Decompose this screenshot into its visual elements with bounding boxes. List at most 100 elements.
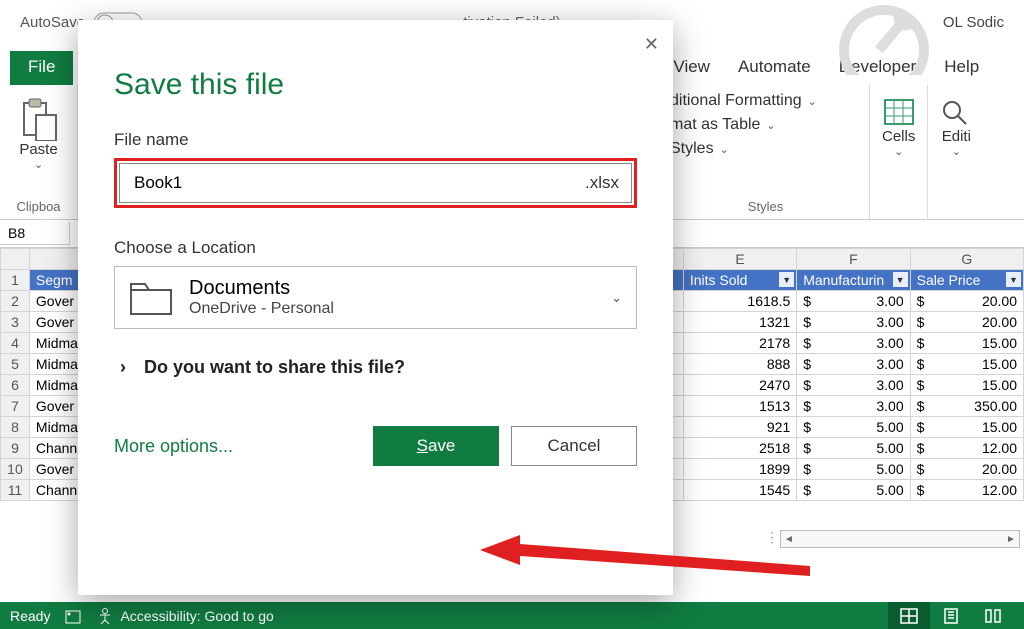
file-name-field[interactable]: .xlsx [119, 163, 632, 203]
folder-icon [129, 280, 173, 316]
cell[interactable]: $3.00 [797, 291, 910, 312]
view-normal[interactable] [888, 602, 930, 629]
cell[interactable]: 1545 [683, 480, 796, 501]
col-e[interactable]: E [683, 249, 796, 270]
scroll-right-icon[interactable]: ► [1003, 534, 1019, 545]
horizontal-scrollbar[interactable]: ◄ ► [780, 530, 1020, 548]
cell[interactable]: $15.00 [910, 375, 1023, 396]
sheet-nav-dots[interactable]: ⋮ [765, 529, 779, 546]
filter-icon[interactable]: ▼ [779, 272, 794, 287]
row-header[interactable]: 4 [1, 333, 30, 354]
tab-automate[interactable]: Automate [726, 51, 823, 85]
header-units[interactable]: Inits Sold▼ [683, 270, 796, 291]
col-f[interactable]: F [797, 249, 910, 270]
group-editing: Editi ⌄ [928, 85, 984, 219]
file-extension[interactable]: .xlsx [585, 173, 619, 193]
cell[interactable]: $20.00 [910, 459, 1023, 480]
row-header[interactable]: 10 [1, 459, 30, 480]
cell[interactable]: 1321 [683, 312, 796, 333]
cell[interactable]: $15.00 [910, 333, 1023, 354]
header-manuf[interactable]: Manufacturin▼ [797, 270, 910, 291]
filter-icon[interactable]: ▼ [893, 272, 908, 287]
accessibility-status[interactable]: Accessibility: Good to go [96, 607, 273, 625]
file-name-label: File name [114, 130, 637, 150]
location-name: Documents [189, 277, 334, 300]
view-page-layout[interactable] [930, 602, 972, 629]
cell[interactable]: $3.00 [797, 354, 910, 375]
cell-styles[interactable]: Styles ⌄ [670, 137, 729, 161]
cell[interactable]: 888 [683, 354, 796, 375]
accessibility-icon [96, 607, 114, 625]
autosave-label: AutoSave [20, 14, 85, 31]
save-dialog: ✕ Save this file File name .xlsx Choose … [78, 20, 673, 595]
tab-file[interactable]: File [10, 51, 73, 85]
conditional-formatting[interactable]: ditional Formatting ⌄ [670, 89, 817, 113]
chevron-right-icon: › [120, 357, 126, 378]
cancel-button[interactable]: Cancel [511, 426, 637, 466]
row-header[interactable]: 1 [1, 270, 30, 291]
cell[interactable]: 921 [683, 417, 796, 438]
cell[interactable]: $3.00 [797, 375, 910, 396]
cell[interactable]: $5.00 [797, 459, 910, 480]
cell[interactable]: $5.00 [797, 417, 910, 438]
group-styles: ditional Formatting ⌄ mat as Table ⌄ Sty… [660, 85, 870, 219]
cells-icon[interactable] [883, 98, 915, 126]
share-expander[interactable]: › Do you want to share this file? [114, 357, 637, 378]
more-options-link[interactable]: More options... [114, 436, 233, 457]
cell[interactable]: $15.00 [910, 417, 1023, 438]
file-name-highlight: .xlsx [114, 158, 637, 208]
cell[interactable]: $20.00 [910, 291, 1023, 312]
cell[interactable]: $12.00 [910, 480, 1023, 501]
cell[interactable]: $20.00 [910, 312, 1023, 333]
cell[interactable]: $5.00 [797, 438, 910, 459]
cell[interactable]: 2178 [683, 333, 796, 354]
cell[interactable]: $3.00 [797, 333, 910, 354]
row-header[interactable]: 9 [1, 438, 30, 459]
row-header[interactable]: 3 [1, 312, 30, 333]
group-cells: Cells ⌄ [870, 85, 928, 219]
macro-record-icon[interactable] [64, 607, 82, 625]
chevron-down-icon[interactable]: ⌄ [611, 290, 622, 306]
cell[interactable]: $3.00 [797, 396, 910, 417]
cell[interactable]: 1513 [683, 396, 796, 417]
header-sale[interactable]: Sale Price▼ [910, 270, 1023, 291]
cell[interactable]: $3.00 [797, 312, 910, 333]
cell[interactable]: $5.00 [797, 480, 910, 501]
chevron-down-icon[interactable]: ⌄ [894, 145, 903, 158]
row-header[interactable]: 2 [1, 291, 30, 312]
paste-label[interactable]: Paste [19, 141, 57, 158]
name-box[interactable]: B8 [0, 222, 70, 245]
cells-label[interactable]: Cells [882, 128, 915, 145]
cell[interactable]: 1618.5 [683, 291, 796, 312]
dialog-title: Save this file [114, 68, 637, 102]
cell[interactable]: $15.00 [910, 354, 1023, 375]
chevron-down-icon[interactable]: ⌄ [34, 158, 43, 171]
view-page-break[interactable] [972, 602, 1014, 629]
cell[interactable]: 2470 [683, 375, 796, 396]
cell[interactable]: 2518 [683, 438, 796, 459]
paste-icon[interactable] [20, 97, 58, 141]
row-header[interactable]: 5 [1, 354, 30, 375]
location-picker[interactable]: Documents OneDrive - Personal ⌄ [114, 266, 637, 329]
save-button[interactable]: Save [373, 426, 499, 466]
row-header[interactable]: 7 [1, 396, 30, 417]
row-header[interactable]: 6 [1, 375, 30, 396]
filter-icon[interactable]: ▼ [1006, 272, 1021, 287]
share-question: Do you want to share this file? [144, 357, 405, 378]
cell[interactable]: $350.00 [910, 396, 1023, 417]
format-as-table[interactable]: mat as Table ⌄ [670, 113, 776, 137]
chevron-down-icon[interactable]: ⌄ [952, 145, 961, 158]
corner-cell[interactable] [1, 249, 30, 270]
close-icon[interactable]: ✕ [644, 34, 659, 55]
group-clipboard: Paste ⌄ Clipboa [0, 85, 78, 219]
editing-label[interactable]: Editi [942, 128, 971, 145]
col-g[interactable]: G [910, 249, 1023, 270]
cell[interactable]: $12.00 [910, 438, 1023, 459]
cell[interactable]: 1899 [683, 459, 796, 480]
scroll-left-icon[interactable]: ◄ [781, 534, 797, 545]
row-header[interactable]: 8 [1, 417, 30, 438]
row-header[interactable]: 11 [1, 480, 30, 501]
share-icon [824, 0, 944, 79]
find-icon[interactable] [940, 98, 972, 126]
file-name-input[interactable] [132, 172, 585, 194]
